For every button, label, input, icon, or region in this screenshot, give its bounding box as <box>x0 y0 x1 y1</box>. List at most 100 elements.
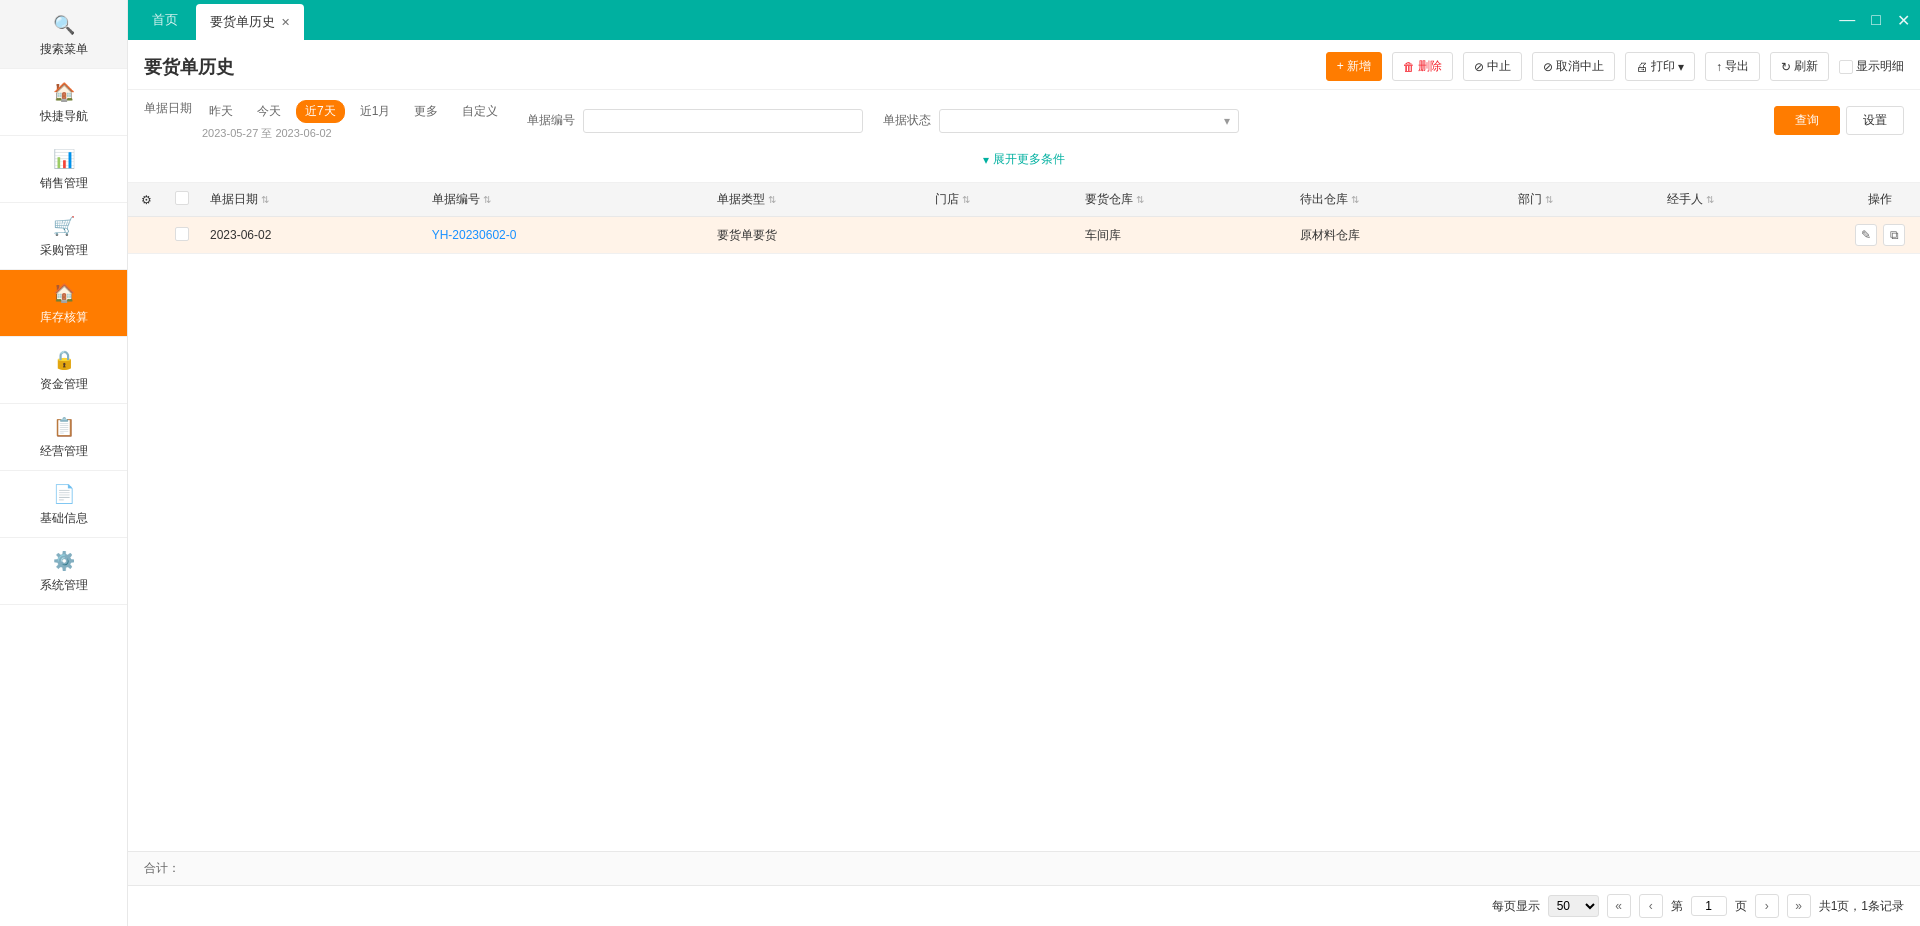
search-button[interactable]: 查询 <box>1774 106 1840 135</box>
date-btn-1month[interactable]: 近1月 <box>351 100 400 123</box>
expand-filter-button[interactable]: ▾ 展开更多条件 <box>144 147 1904 172</box>
col-check[interactable] <box>164 183 200 217</box>
page-number-input[interactable] <box>1691 896 1727 916</box>
home-icon: 🏠 <box>53 81 75 103</box>
status-chevron-icon: ▾ <box>1224 114 1230 128</box>
docno-filter: 单据编号 <box>527 109 863 133</box>
sort-store-icon[interactable]: ⇅ <box>962 194 970 205</box>
select-all-checkbox[interactable] <box>175 191 189 205</box>
date-btn-more[interactable]: 更多 <box>405 100 447 123</box>
data-table: ⚙ 单据日期⇅ 单据编号⇅ 单据类型⇅ 门店⇅ 要货仓库⇅ 待出仓库⇅ 部门⇅ … <box>128 183 1920 254</box>
next-page-button[interactable]: › <box>1755 894 1779 918</box>
date-btn-yesterday[interactable]: 昨天 <box>200 100 242 123</box>
sidebar-item-quicknav[interactable]: 🏠 快捷导航 <box>0 69 127 136</box>
cancel-stop-button[interactable]: ⊘ 取消中止 <box>1532 52 1615 81</box>
sidebar-item-label: 快捷导航 <box>40 108 88 125</box>
table-row: 2023-06-02 YH-20230602-0 要货单要货 车间库 原材料仓库… <box>128 217 1920 254</box>
prev-page-button[interactable]: ‹ <box>1639 894 1663 918</box>
row-doctype: 要货单要货 <box>707 217 925 254</box>
close-tab-icon[interactable]: ✕ <box>281 16 290 29</box>
sidebar-item-search[interactable]: 🔍 搜索菜单 <box>0 0 127 69</box>
close-window-icon[interactable]: ✕ <box>1897 11 1910 30</box>
detail-checkbox[interactable] <box>1839 60 1853 74</box>
status-select[interactable]: ▾ <box>939 109 1239 133</box>
col-ops: 操作 <box>1840 183 1920 217</box>
date-btn-custom[interactable]: 自定义 <box>453 100 507 123</box>
page-go-label: 第 <box>1671 898 1683 915</box>
col-pending-warehouse: 待出仓库⇅ <box>1290 183 1508 217</box>
table-header-row: ⚙ 单据日期⇅ 单据编号⇅ 单据类型⇅ 门店⇅ 要货仓库⇅ 待出仓库⇅ 部门⇅ … <box>128 183 1920 217</box>
docno-filter-label: 单据编号 <box>527 112 575 129</box>
sidebar-item-label: 搜索菜单 <box>40 41 88 58</box>
col-doctype: 单据类型⇅ <box>707 183 925 217</box>
sidebar: 🔍 搜索菜单 🏠 快捷导航 📊 销售管理 🛒 采购管理 🏠 库存核算 🔒 资金管… <box>0 0 128 926</box>
operations-icon: 📋 <box>53 416 75 438</box>
row-ops-cell: ✎ ⧉ <box>1840 217 1920 254</box>
date-range-display: 2023-05-27 至 2023-06-02 <box>202 126 507 141</box>
col-req-warehouse: 要货仓库⇅ <box>1075 183 1290 217</box>
sidebar-item-operations[interactable]: 📋 经营管理 <box>0 404 127 471</box>
sidebar-item-purchase[interactable]: 🛒 采购管理 <box>0 203 127 270</box>
cart-icon: 🛒 <box>53 215 75 237</box>
refresh-icon: ↻ <box>1781 60 1791 74</box>
sidebar-item-system[interactable]: ⚙️ 系统管理 <box>0 538 127 605</box>
tab-home[interactable]: 首页 <box>138 0 192 40</box>
content-area: 要货单历史 + 新增 🗑 删除 ⊘ 中止 ⊘ 取消中止 🖨 打印 <box>128 40 1920 926</box>
pagination: 每页显示 10 20 50 100 « ‹ 第 页 › » 共1页，1条记录 <box>128 885 1920 926</box>
docno-input[interactable] <box>583 109 863 133</box>
date-btn-today[interactable]: 今天 <box>248 100 290 123</box>
sort-docno-icon[interactable]: ⇅ <box>483 194 491 205</box>
topbar: 首页 要货单历史 ✕ — □ ✕ <box>128 0 1920 40</box>
sidebar-item-label: 资金管理 <box>40 376 88 393</box>
date-buttons: 昨天 今天 近7天 近1月 更多 自定义 <box>200 100 507 123</box>
lock-icon: 🔒 <box>53 349 75 371</box>
sidebar-item-sales[interactable]: 📊 销售管理 <box>0 136 127 203</box>
pagination-summary: 共1页，1条记录 <box>1819 898 1904 915</box>
sidebar-item-finance[interactable]: 🔒 资金管理 <box>0 337 127 404</box>
sort-handler-icon[interactable]: ⇅ <box>1706 194 1714 205</box>
print-button[interactable]: 🖨 打印 ▾ <box>1625 52 1695 81</box>
settings-button[interactable]: 设置 <box>1846 106 1904 135</box>
row-edit-button[interactable]: ✎ <box>1855 224 1877 246</box>
display-detail-toggle[interactable]: 显示明细 <box>1839 58 1904 75</box>
docno-link[interactable]: YH-20230602-0 <box>432 228 517 242</box>
row-pending-warehouse: 原材料仓库 <box>1290 217 1508 254</box>
stop-button[interactable]: ⊘ 中止 <box>1463 52 1522 81</box>
chart-icon: 📊 <box>53 148 75 170</box>
print-chevron-icon: ▾ <box>1678 60 1684 74</box>
col-date: 单据日期⇅ <box>200 183 422 217</box>
last-page-button[interactable]: » <box>1787 894 1811 918</box>
row-docno[interactable]: YH-20230602-0 <box>422 217 707 254</box>
page-header: 要货单历史 + 新增 🗑 删除 ⊘ 中止 ⊘ 取消中止 🖨 打印 <box>128 40 1920 90</box>
date-filter-label: 单据日期 <box>144 100 192 117</box>
sort-date-icon[interactable]: ⇅ <box>261 194 269 205</box>
sort-req-warehouse-icon[interactable]: ⇅ <box>1136 194 1144 205</box>
sidebar-item-inventory[interactable]: 🏠 库存核算 <box>0 270 127 337</box>
export-button[interactable]: ↑ 导出 <box>1705 52 1760 81</box>
sort-dept-icon[interactable]: ⇅ <box>1545 194 1553 205</box>
sort-pending-warehouse-icon[interactable]: ⇅ <box>1351 194 1359 205</box>
refresh-button[interactable]: ↻ 刷新 <box>1770 52 1829 81</box>
sort-doctype-icon[interactable]: ⇅ <box>768 194 776 205</box>
row-checkbox[interactable] <box>175 227 189 241</box>
date-filter: 单据日期 昨天 今天 近7天 近1月 更多 自定义 2023-05-27 至 2… <box>144 100 507 141</box>
date-btn-7days[interactable]: 近7天 <box>296 100 345 123</box>
page-label: 页 <box>1735 898 1747 915</box>
row-check-cell[interactable] <box>164 217 200 254</box>
doc-icon: 📄 <box>53 483 75 505</box>
first-page-button[interactable]: « <box>1607 894 1631 918</box>
col-gear[interactable]: ⚙ <box>128 183 164 217</box>
main-area: 首页 要货单历史 ✕ — □ ✕ 要货单历史 + 新增 🗑 删除 ⊘ <box>128 0 1920 926</box>
sidebar-item-label: 库存核算 <box>40 309 88 326</box>
tab-requisition-history[interactable]: 要货单历史 ✕ <box>196 4 304 40</box>
delete-icon: 🗑 <box>1403 60 1415 74</box>
delete-button[interactable]: 🗑 删除 <box>1392 52 1453 81</box>
filter-row-1: 单据日期 昨天 今天 近7天 近1月 更多 自定义 2023-05-27 至 2… <box>144 100 1904 141</box>
per-page-select[interactable]: 10 20 50 100 <box>1548 895 1599 917</box>
maximize-icon[interactable]: □ <box>1871 11 1881 30</box>
add-button[interactable]: + 新增 <box>1326 52 1382 81</box>
row-copy-button[interactable]: ⧉ <box>1883 224 1905 246</box>
row-store <box>925 217 1075 254</box>
minimize-icon[interactable]: — <box>1839 11 1855 30</box>
sidebar-item-basicinfo[interactable]: 📄 基础信息 <box>0 471 127 538</box>
